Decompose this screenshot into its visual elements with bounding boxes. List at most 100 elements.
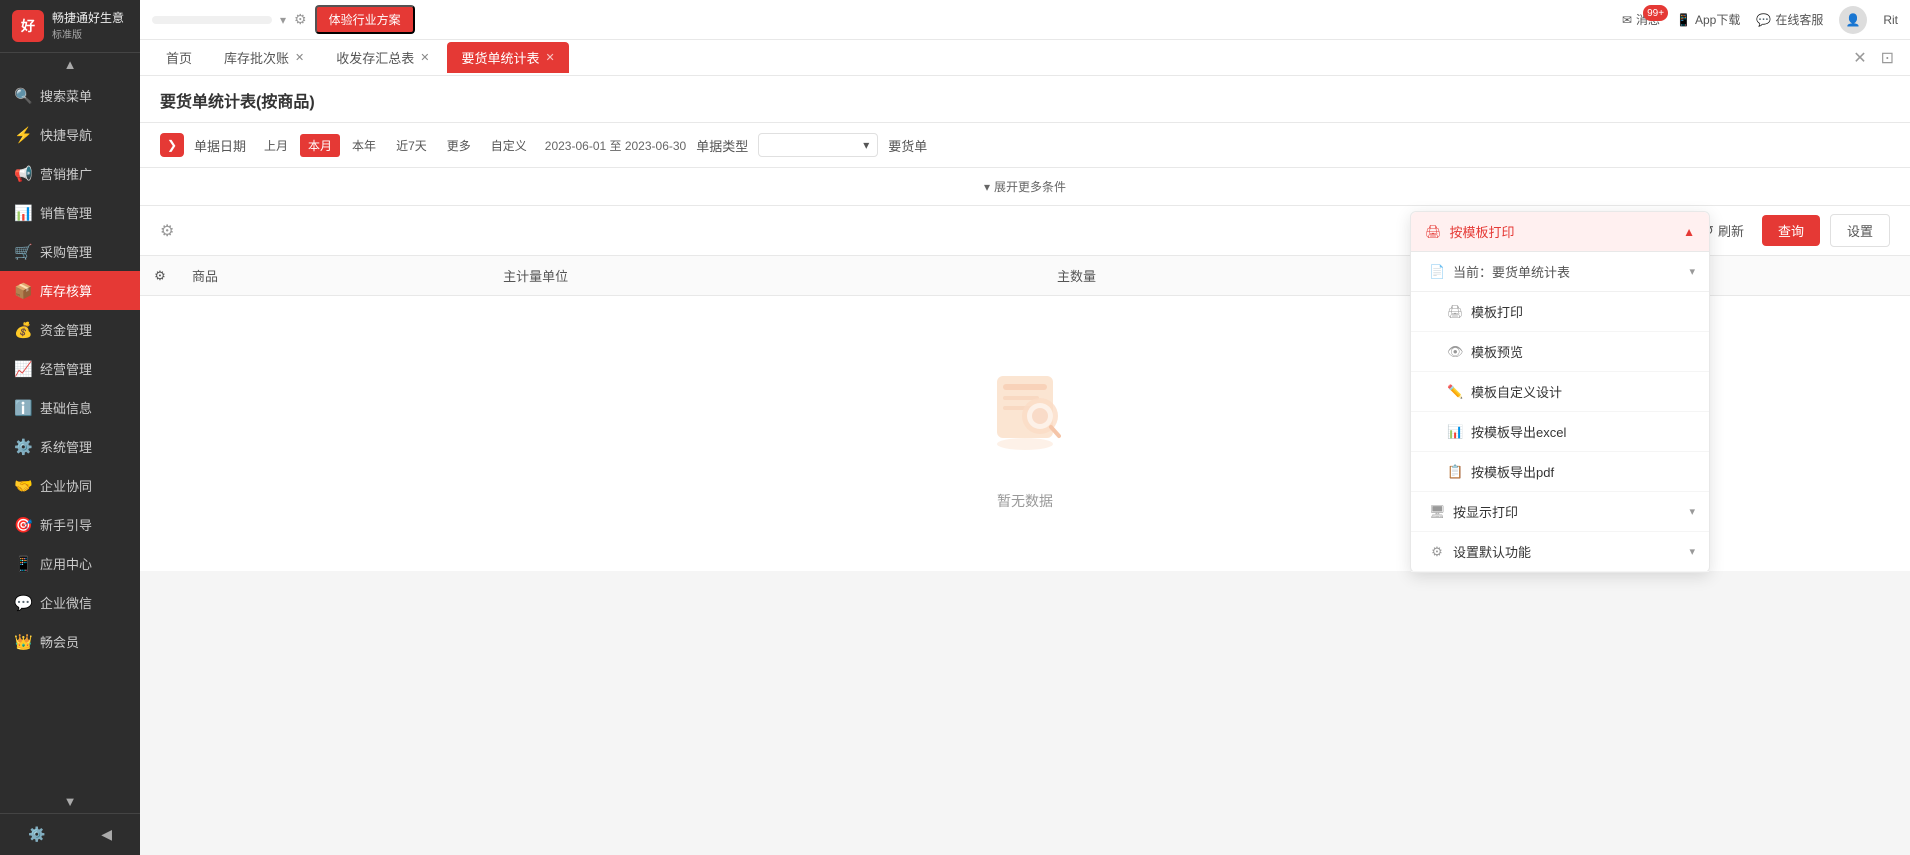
sidebar-nav: 🔍 搜索菜单 ⚡ 快捷导航 📢 营销推广 📊 销售管理 🛒 采购管理 📦 库存核… (0, 76, 140, 790)
dropdown-item-template-print[interactable]: 🖨 模板打印 (1411, 292, 1709, 332)
username-label: Rit (1883, 13, 1898, 27)
online-service-button[interactable]: 💬 在线客服 (1756, 11, 1823, 28)
refresh-label: 刷新 (1718, 221, 1744, 240)
tab-home[interactable]: 首页 (152, 42, 206, 73)
date-option-custom[interactable]: 自定义 (483, 134, 535, 157)
sidebar-item-label: 库存核算 (40, 281, 92, 300)
app-download-button[interactable]: 📱 App下载 (1676, 11, 1740, 28)
sidebar-item-label: 基础信息 (40, 398, 92, 417)
sidebar-item-search[interactable]: 🔍 搜索菜单 (0, 76, 140, 115)
dropdown-sub-item-display-print[interactable]: 🖥 按显示打印 ▾ (1411, 492, 1709, 532)
filter-toggle-button[interactable]: ❯ (160, 133, 184, 157)
tab-close-icon[interactable]: ✕ (546, 51, 555, 64)
settings-button[interactable]: 设置 (1830, 214, 1890, 247)
sidebar-item-collab[interactable]: 🤝 企业协同 (0, 466, 140, 505)
tab-close-icon[interactable]: ✕ (420, 51, 429, 64)
dropdown-item-template-design[interactable]: ✏️ 模板自定义设计 (1411, 372, 1709, 412)
dropdown-collapse-icon[interactable]: ▲ (1683, 225, 1695, 239)
basics-icon: ℹ️ (14, 399, 32, 417)
app-version: 标准版 (52, 26, 124, 41)
sales-icon: 📊 (14, 204, 32, 222)
date-option-more[interactable]: 更多 (439, 134, 479, 157)
sidebar-item-member[interactable]: 👑 畅会员 (0, 622, 140, 661)
topbar: ▾ ⚙ 体验行业方案 ✉ 消息 99+ 📱 App下载 💬 在线客服 👤 Rit (140, 0, 1910, 40)
date-option-7days[interactable]: 近7天 (388, 134, 435, 157)
topbar-chevron-icon[interactable]: ▾ (280, 13, 286, 27)
app-download-label: App下载 (1695, 11, 1740, 28)
sidebar-item-purchase[interactable]: 🛒 采购管理 (0, 232, 140, 271)
dropdown-sub-item-left: ⚙ 设置默认功能 (1429, 542, 1531, 561)
date-option-thismonth[interactable]: 本月 (300, 134, 340, 157)
sidebar-item-appcenter[interactable]: 📱 应用中心 (0, 544, 140, 583)
sidebar-item-guide[interactable]: 🎯 新手引导 (0, 505, 140, 544)
sidebar-item-label: 系统管理 (40, 437, 92, 456)
content-area: 要货单统计表(按商品) ❯ 单据日期 上月 本月 本年 近7天 更多 自定义 2… (140, 76, 1910, 855)
query-button[interactable]: 查询 (1762, 215, 1820, 246)
trial-button[interactable]: 体验行业方案 (315, 5, 415, 34)
display-print-icon: 🖥 (1429, 504, 1445, 520)
sidebar-item-label: 应用中心 (40, 554, 92, 573)
dropdown-current-item[interactable]: 📄 当前：要货单统计表 ▾ (1411, 252, 1709, 292)
sidebar-item-finance[interactable]: 💰 资金管理 (0, 310, 140, 349)
sidebar-item-quicknav[interactable]: ⚡ 快捷导航 (0, 115, 140, 154)
export-excel-icon: 📊 (1447, 424, 1463, 440)
sidebar: 好 畅捷通好生意 标准版 ▲ 🔍 搜索菜单 ⚡ 快捷导航 📢 营销推广 📊 销售… (0, 0, 140, 855)
tab-order-stats[interactable]: 要货单统计表 ✕ (447, 42, 568, 73)
tab-label: 要货单统计表 (461, 48, 539, 67)
expand-icon: ▾ (984, 180, 990, 194)
purchase-icon: 🛒 (14, 243, 32, 261)
dropdown-item-export-excel[interactable]: 📊 按模板导出excel (1411, 412, 1709, 452)
expand-more-button[interactable]: ▾ 展开更多条件 (972, 174, 1078, 199)
print-dropdown-menu: 🖨 按模板打印 ▲ 📄 当前：要货单统计表 ▾ 🖨 模板打印 👁 (1410, 211, 1710, 573)
template-print-icon: 🖨 (1447, 304, 1463, 320)
tab-maximize-btn[interactable]: ⊡ (1877, 46, 1898, 70)
dropdown-sub-item-default-settings[interactable]: ⚙ 设置默认功能 ▾ (1411, 532, 1709, 572)
date-option-lastmonth[interactable]: 上月 (256, 134, 296, 157)
sidebar-item-enterprise-wechat[interactable]: 💬 企业微信 (0, 583, 140, 622)
avatar[interactable]: 👤 (1839, 6, 1867, 34)
table-gear-icon[interactable]: ⚙ (160, 221, 174, 241)
main-area: ▾ ⚙ 体验行业方案 ✉ 消息 99+ 📱 App下载 💬 在线客服 👤 Rit… (140, 0, 1910, 855)
expand-more-bar: ▾ 展开更多条件 (140, 168, 1910, 206)
gear-icon[interactable]: ⚙ (154, 268, 166, 283)
sidebar-settings-btn[interactable]: ⚙️ (20, 822, 53, 847)
dropdown-item-export-pdf[interactable]: 📋 按模板导出pdf (1411, 452, 1709, 492)
dropdown-title: 🖨 按模板打印 (1425, 222, 1515, 241)
dropdown-sub-item-chevron-icon: ▾ (1689, 505, 1695, 518)
tab-close-window-btn[interactable]: ✕ (1849, 46, 1870, 70)
order-type-select[interactable]: ▾ (758, 133, 878, 157)
enterprise-wechat-icon: 💬 (14, 594, 32, 612)
sidebar-item-basics[interactable]: ℹ️ 基础信息 (0, 388, 140, 427)
sidebar-item-operations[interactable]: 📈 经营管理 (0, 349, 140, 388)
inventory-icon: 📦 (14, 282, 32, 300)
date-option-thisyear[interactable]: 本年 (344, 134, 384, 157)
date-range-display: 2023-06-01 至 2023-06-30 (545, 137, 686, 154)
messages-button[interactable]: ✉ 消息 99+ (1622, 11, 1660, 28)
export-pdf-icon: 📋 (1447, 464, 1463, 480)
tab-inventory-summary[interactable]: 收发存汇总表 ✕ (322, 42, 443, 73)
tab-close-icon[interactable]: ✕ (295, 51, 304, 64)
sidebar-item-label: 畅会员 (40, 632, 79, 651)
table-header-product: 商品 (180, 256, 491, 296)
sidebar-item-sales[interactable]: 📊 销售管理 (0, 193, 140, 232)
sidebar-item-label: 采购管理 (40, 242, 92, 261)
system-icon: ⚙️ (14, 438, 32, 456)
dropdown-item-template-preview[interactable]: 👁 模板预览 (1411, 332, 1709, 372)
order-type-chevron-icon: ▾ (863, 138, 869, 152)
topbar-gear-icon[interactable]: ⚙ (294, 11, 307, 28)
dropdown-item-label: 模板自定义设计 (1471, 382, 1562, 401)
sidebar-scroll-down[interactable]: ▼ (0, 790, 140, 813)
template-design-icon: ✏️ (1447, 384, 1463, 400)
sidebar-scroll-up[interactable]: ▲ (0, 53, 140, 76)
empty-state-icon (975, 356, 1075, 475)
sidebar-item-inventory[interactable]: 📦 库存核算 (0, 271, 140, 310)
dropdown-current-left: 📄 当前：要货单统计表 (1429, 262, 1570, 281)
sidebar-collapse-btn[interactable]: ◀ (93, 822, 120, 847)
search-menu-icon: 🔍 (14, 87, 32, 105)
dropdown-print-icon: 🖨 (1425, 224, 1442, 240)
tab-inventory-batch[interactable]: 库存批次账 ✕ (210, 42, 318, 73)
sidebar-item-system[interactable]: ⚙️ 系统管理 (0, 427, 140, 466)
sidebar-item-label: 企业微信 (40, 593, 92, 612)
sidebar-item-label: 经营管理 (40, 359, 92, 378)
sidebar-item-marketing[interactable]: 📢 营销推广 (0, 154, 140, 193)
